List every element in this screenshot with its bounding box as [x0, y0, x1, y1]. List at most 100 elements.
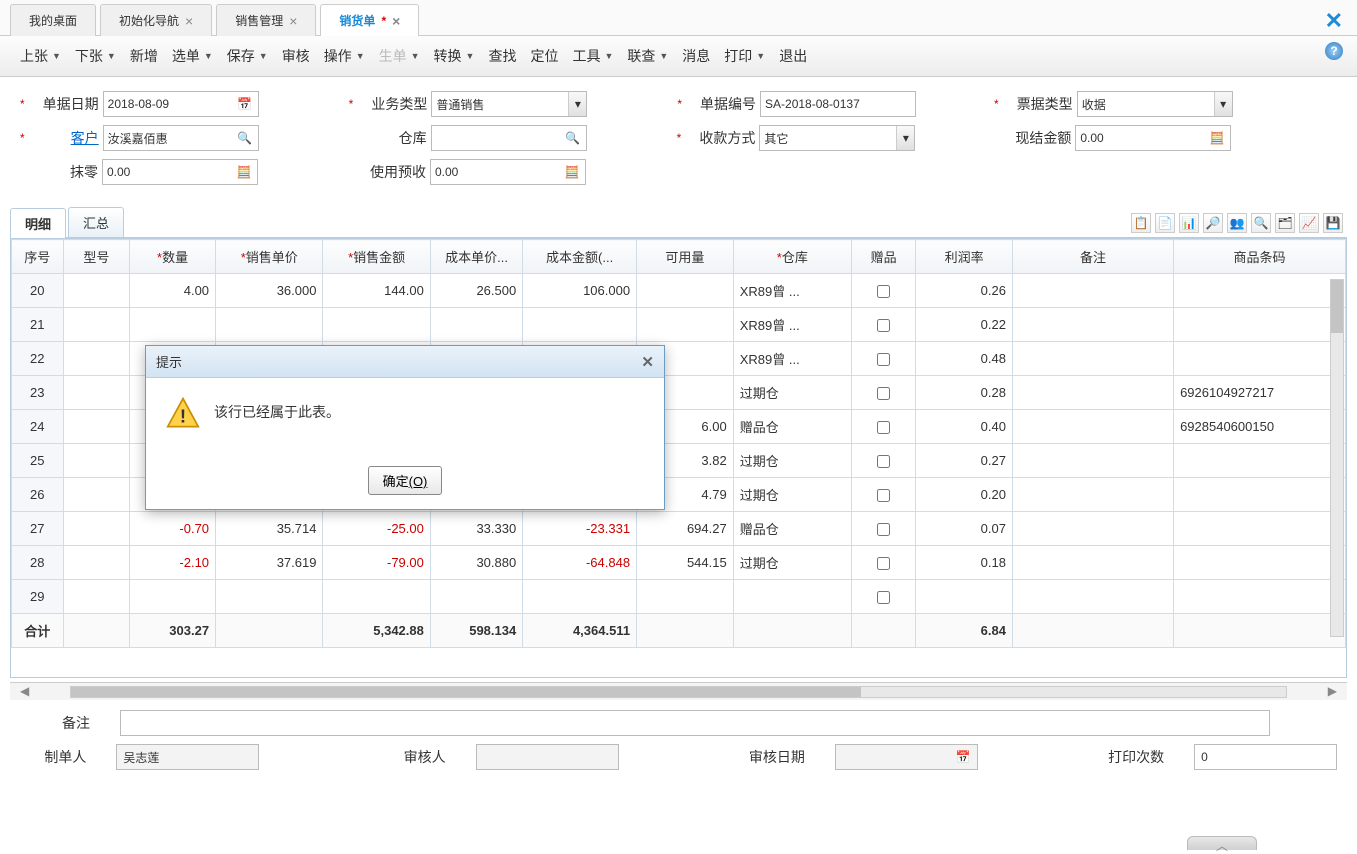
cell[interactable]: 35.714: [216, 512, 323, 546]
gift-checkbox[interactable]: [877, 489, 890, 502]
close-icon[interactable]: ×: [289, 13, 297, 29]
cell[interactable]: 0.07: [916, 512, 1013, 546]
horizontal-scrollbar[interactable]: ◀ ▶: [10, 682, 1347, 700]
col-header[interactable]: *销售单价: [216, 240, 323, 274]
row-icon[interactable]: 👥: [1227, 213, 1247, 233]
cell[interactable]: 过期仓: [733, 376, 851, 410]
gift-checkbox[interactable]: [877, 523, 890, 536]
cell[interactable]: [637, 274, 734, 308]
cell[interactable]: [63, 546, 130, 580]
gift-checkbox[interactable]: [877, 319, 890, 332]
input-prepay[interactable]: 0.00🧮: [430, 159, 586, 185]
table-row[interactable]: 29: [12, 580, 1346, 614]
input-cash[interactable]: 0.00🧮: [1075, 125, 1231, 151]
input-customer[interactable]: 汝溪嘉佰惠🔍: [103, 125, 259, 151]
col-header[interactable]: *销售金额: [323, 240, 430, 274]
gift-checkbox[interactable]: [877, 387, 890, 400]
cell[interactable]: -25.00: [323, 512, 430, 546]
find-icon[interactable]: 🔎: [1203, 213, 1223, 233]
toolbar-转换[interactable]: 转换▼: [428, 42, 481, 70]
cell[interactable]: 0.26: [916, 274, 1013, 308]
copy-icon[interactable]: 📋: [1131, 213, 1151, 233]
toolbar-打印[interactable]: 打印▼: [718, 42, 771, 70]
cell[interactable]: [1174, 512, 1346, 546]
cell[interactable]: -23.331: [523, 512, 637, 546]
cell[interactable]: 694.27: [637, 512, 734, 546]
ok-button[interactable]: 确定(O): [368, 466, 443, 495]
col-header[interactable]: 备注: [1012, 240, 1173, 274]
cell[interactable]: 0.40: [916, 410, 1013, 444]
cell[interactable]: [130, 308, 216, 342]
gift-checkbox[interactable]: [877, 353, 890, 366]
cell[interactable]: [63, 376, 130, 410]
cell[interactable]: [733, 580, 851, 614]
cell[interactable]: [1174, 274, 1346, 308]
cell[interactable]: [216, 308, 323, 342]
cell[interactable]: XR89曾 ...: [733, 308, 851, 342]
cell[interactable]: 4.00: [130, 274, 216, 308]
input-biz[interactable]: 普通销售▾: [431, 91, 587, 117]
cell[interactable]: [851, 342, 915, 376]
cell[interactable]: [63, 444, 130, 478]
tab-sales-order[interactable]: 销货单 *×: [320, 4, 419, 36]
cell[interactable]: [851, 308, 915, 342]
subtab-summary[interactable]: 汇总: [68, 207, 124, 237]
cell[interactable]: [851, 274, 915, 308]
toolbar-选单[interactable]: 选单▼: [166, 42, 219, 70]
vertical-scrollbar[interactable]: [1330, 279, 1344, 637]
cell[interactable]: 22: [12, 342, 64, 376]
toolbar-定位[interactable]: 定位: [524, 42, 564, 70]
table-row[interactable]: 28-2.1037.619-79.0030.880-64.848544.15过期…: [12, 546, 1346, 580]
col-header[interactable]: 赠品: [851, 240, 915, 274]
cell[interactable]: [63, 410, 130, 444]
col-header[interactable]: 型号: [63, 240, 130, 274]
cell[interactable]: [63, 580, 130, 614]
cell[interactable]: [1174, 546, 1346, 580]
calc-icon[interactable]: 🧮: [563, 163, 581, 181]
cell[interactable]: XR89曾 ...: [733, 274, 851, 308]
cell[interactable]: [130, 580, 216, 614]
table-row[interactable]: 27-0.7035.714-25.0033.330-23.331694.27赠品…: [12, 512, 1346, 546]
col-header[interactable]: 可用量: [637, 240, 734, 274]
close-icon[interactable]: ×: [185, 13, 193, 29]
cell[interactable]: [63, 478, 130, 512]
cell[interactable]: 26.500: [430, 274, 522, 308]
cell[interactable]: 544.15: [637, 546, 734, 580]
input-remark[interactable]: [120, 710, 1270, 736]
cell[interactable]: 25: [12, 444, 64, 478]
toolbar-下张[interactable]: 下张▼: [69, 42, 122, 70]
cell[interactable]: 29: [12, 580, 64, 614]
cell[interactable]: [1012, 546, 1173, 580]
help-icon[interactable]: ?: [1325, 42, 1343, 60]
cell[interactable]: 过期仓: [733, 546, 851, 580]
cell[interactable]: [1012, 444, 1173, 478]
cell[interactable]: [430, 580, 522, 614]
cell[interactable]: 36.000: [216, 274, 323, 308]
cell[interactable]: [637, 308, 734, 342]
cell[interactable]: 赠品仓: [733, 410, 851, 444]
cell[interactable]: 0.28: [916, 376, 1013, 410]
search-icon[interactable]: 🔍: [564, 129, 582, 147]
subtab-detail[interactable]: 明细: [10, 208, 66, 238]
cell[interactable]: 0.48: [916, 342, 1013, 376]
cell[interactable]: [1012, 478, 1173, 512]
calc-icon[interactable]: 🧮: [235, 163, 253, 181]
cell[interactable]: [430, 308, 522, 342]
cell[interactable]: [851, 410, 915, 444]
cell[interactable]: 0.20: [916, 478, 1013, 512]
toolbar-退出[interactable]: 退出: [773, 42, 813, 70]
cell[interactable]: [1174, 580, 1346, 614]
tab-init-nav[interactable]: 初始化导航×: [100, 4, 212, 36]
tab-desktop[interactable]: 我的桌面: [10, 4, 96, 36]
toolbar-工具[interactable]: 工具▼: [566, 42, 619, 70]
gift-checkbox[interactable]: [877, 557, 890, 570]
cell[interactable]: 6926104927217: [1174, 376, 1346, 410]
cell[interactable]: [851, 580, 915, 614]
cell[interactable]: [523, 308, 637, 342]
col-header[interactable]: 成本单价...: [430, 240, 522, 274]
toolbar-审核[interactable]: 审核: [276, 42, 316, 70]
cell[interactable]: [323, 308, 430, 342]
cell[interactable]: -79.00: [323, 546, 430, 580]
cell[interactable]: [63, 308, 130, 342]
label-customer[interactable]: 客户: [29, 128, 99, 148]
